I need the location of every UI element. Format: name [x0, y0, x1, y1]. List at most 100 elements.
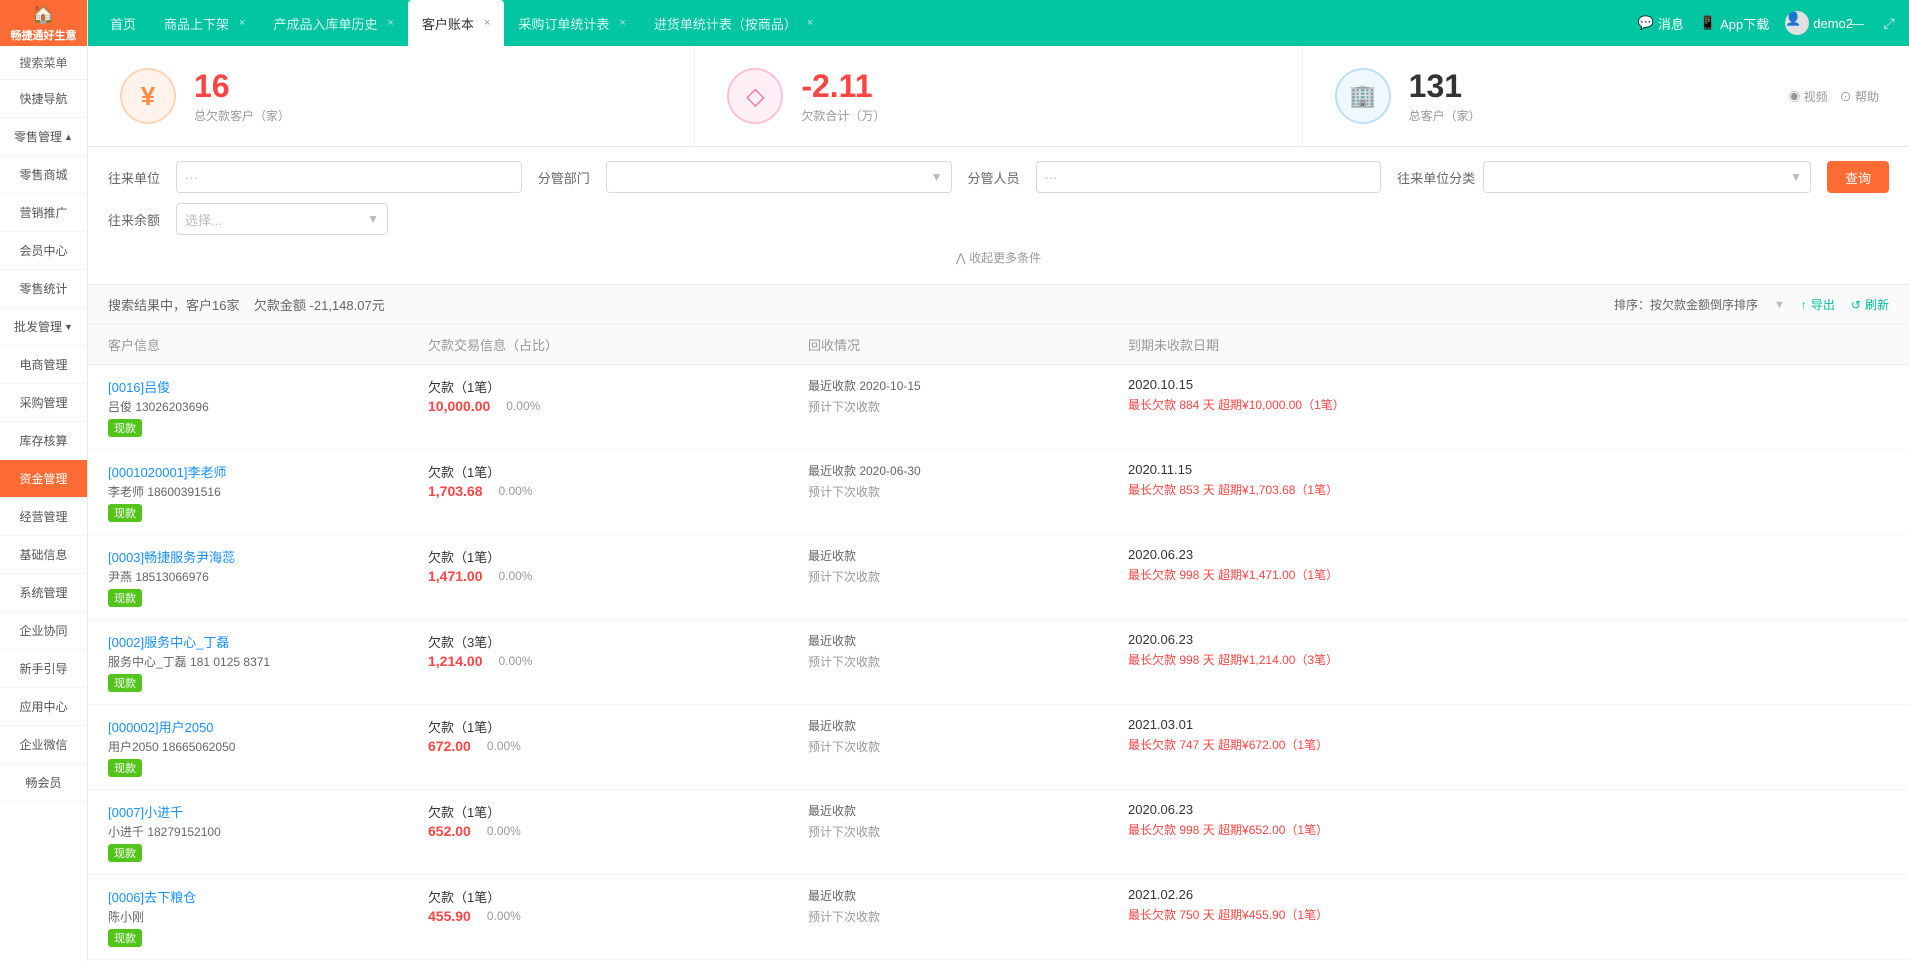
sidebar-item-inventory[interactable]: 库存核算 [0, 422, 87, 460]
user-profile-button[interactable]: 👤 demo2 [1785, 11, 1853, 35]
filter-input-from-unit[interactable]: ··· [176, 161, 522, 193]
debt-amount-3[interactable]: 1,471.00 [428, 568, 483, 584]
next-payment-7: 预计下次收款 [808, 908, 1128, 925]
topbar-tab-2[interactable]: 产成品入库单历史 × [259, 0, 407, 46]
sidebar-item-guide[interactable]: 新手引导 [0, 650, 87, 688]
debt-amount-6[interactable]: 652.00 [428, 823, 471, 839]
customer-name-6[interactable]: 小进千 [144, 805, 183, 820]
overdue-link-3[interactable]: 超期¥1,471.00（1笔） [1218, 568, 1338, 582]
sidebar-item-operations[interactable]: 经营管理 [0, 498, 87, 536]
sidebar-item-system[interactable]: 系统管理 [0, 574, 87, 612]
sidebar-item-retail-mgmt[interactable]: 零售管理 ▲ [0, 118, 87, 156]
sidebar-item-app-center[interactable]: 应用中心 [0, 688, 87, 726]
payment-info-1: 最近收款 2020-10-15 预计下次收款 [808, 377, 1128, 415]
overdue-link-4[interactable]: 超期¥1,214.00（3笔） [1218, 653, 1338, 667]
table-header: 客户信息 欠款交易信息（占比） 回收情况 到期未收款日期 [88, 325, 1909, 365]
filter-select-balance[interactable]: 选择... ▼ [176, 203, 388, 235]
col-header-payment: 回收情况 [808, 335, 1128, 354]
sidebar-item-member-vip[interactable]: 畅会员 [0, 764, 87, 802]
sidebar-item-enterprise[interactable]: 企业协同 [0, 612, 87, 650]
debt-amount-1[interactable]: 10,000.00 [428, 398, 490, 414]
customer-code-6[interactable]: [0007] [108, 805, 144, 820]
refresh-button[interactable]: ↺ 刷新 [1851, 296, 1889, 313]
customer-code-5[interactable]: [000002] [108, 720, 159, 735]
sidebar-item-basic-info[interactable]: 基础信息 [0, 536, 87, 574]
stat-label-debt-customers: 总欠款客户（家） [194, 107, 664, 124]
customer-code-1[interactable]: [0016] [108, 380, 144, 395]
sidebar-search[interactable]: 搜索菜单 [0, 46, 87, 80]
sidebar-item-retail-store[interactable]: 零售商城 [0, 156, 87, 194]
customer-tag-1: 现款 [108, 419, 142, 437]
overdue-link-2[interactable]: 超期¥1,703.68（1笔） [1218, 483, 1338, 497]
overdue-link-7[interactable]: 超期¥455.90（1笔） [1218, 908, 1328, 922]
customer-name-2[interactable]: 李老师 [188, 465, 227, 480]
topbar-tab-1[interactable]: 商品上下架 × [150, 0, 259, 46]
overdue-link-6[interactable]: 超期¥652.00（1笔） [1218, 823, 1328, 837]
chevron-down-icon2: ▼ [1790, 170, 1802, 184]
help-button[interactable]: ⊙ 帮助 [1840, 88, 1879, 105]
filter-input-person[interactable]: ··· [1036, 161, 1382, 193]
debt-info-4: 欠款（3笔） 1,214.00 0.00% [428, 632, 808, 669]
topbar-home-tab[interactable]: 首页 [96, 0, 150, 46]
customer-name-1[interactable]: 吕俊 [144, 380, 170, 395]
next-payment-4: 预计下次收款 [808, 653, 1128, 670]
debt-amount-5[interactable]: 672.00 [428, 738, 471, 754]
close-icon-tab5[interactable]: × [807, 17, 813, 29]
overdue-link-5[interactable]: 超期¥672.00（1笔） [1218, 738, 1328, 752]
customer-name-5[interactable]: 用户2050 [159, 720, 214, 735]
filter-label-dept: 分管部门 [538, 168, 598, 187]
due-date-2: 2020.11.15 [1128, 462, 1889, 477]
customer-code-7[interactable]: [0006] [108, 890, 144, 905]
topbar-tab-4[interactable]: 采购订单统计表 × [504, 0, 639, 46]
close-icon-tab3[interactable]: × [484, 17, 490, 29]
debt-amount-4[interactable]: 1,214.00 [428, 653, 483, 669]
overdue-info-2: 最长欠款 853 天 超期¥1,703.68（1笔） [1128, 481, 1889, 498]
due-date-7: 2021.02.26 [1128, 887, 1889, 902]
query-button[interactable]: 查询 [1827, 161, 1889, 193]
customer-phone-4: 服务中心_丁磊 181 0125 8371 [108, 653, 428, 670]
sidebar-item-finance[interactable]: 资金管理 [0, 460, 87, 498]
topbar-tab-3[interactable]: 客户账本 × [408, 0, 504, 46]
overdue-info-6: 最长欠款 998 天 超期¥652.00（1笔） [1128, 821, 1889, 838]
debt-amount-2[interactable]: 1,703.68 [428, 483, 483, 499]
building-icon: 🏢 [1335, 68, 1391, 124]
sidebar-item-ecommerce[interactable]: 电商管理 [0, 346, 87, 384]
sidebar-item-batch-mgmt[interactable]: 批发管理 ▼ [0, 308, 87, 346]
customer-code-2[interactable]: [0001020001] [108, 465, 188, 480]
data-table: 客户信息 欠款交易信息（占比） 回收情况 到期未收款日期 [0016]吕俊 吕俊… [88, 325, 1909, 961]
message-button[interactable]: 💬 消息 [1638, 14, 1684, 33]
app-download-button[interactable]: 📱 App下载 [1700, 14, 1769, 33]
customer-info-3: [0003]畅捷服务尹海蕊 尹燕 18513066976 现款 [108, 547, 428, 607]
arrow-down-icon2: ▼ [64, 322, 73, 332]
close-icon-tab2[interactable]: × [387, 17, 393, 29]
collapse-more-conditions[interactable]: ⋀ 收起更多条件 [108, 245, 1889, 270]
close-icon-tab4[interactable]: × [619, 17, 625, 29]
filter-select-unit-category[interactable]: ▼ [1483, 161, 1811, 193]
message-icon: 💬 [1638, 15, 1654, 31]
col-header-debt: 欠款交易信息（占比） [428, 335, 808, 354]
customer-name-3[interactable]: 畅捷服务尹海蕊 [144, 550, 235, 565]
sidebar-item-enterprise-wx[interactable]: 企业微信 [0, 726, 87, 764]
topbar-tab-5[interactable]: 进货单统计表（按商品） × [640, 0, 827, 46]
customer-code-4[interactable]: [0002] [108, 635, 144, 650]
customer-name-4[interactable]: 服务中心_丁磊 [144, 635, 229, 650]
sidebar-item-purchase[interactable]: 采购管理 [0, 384, 87, 422]
maximize-button[interactable]: ⤢ [1877, 11, 1901, 35]
debt-amount-7[interactable]: 455.90 [428, 908, 471, 924]
export-button[interactable]: ↑ 导出 [1801, 296, 1835, 313]
debt-ratio-7: 0.00% [487, 909, 521, 923]
sidebar-item-members[interactable]: 会员中心 [0, 232, 87, 270]
overdue-link-1[interactable]: 超期¥10,000.00（1笔） [1218, 398, 1345, 412]
sidebar-item-retail-stats[interactable]: 零售统计 [0, 270, 87, 308]
filter-select-dept[interactable]: ▼ [606, 161, 952, 193]
debt-info-1: 欠款（1笔） 10,000.00 0.00% [428, 377, 808, 414]
close-icon-tab1[interactable]: × [239, 17, 245, 29]
customer-name-7[interactable]: 去下粮仓 [144, 890, 196, 905]
next-payment-3: 预计下次收款 [808, 568, 1128, 585]
refresh-icon: ↺ [1851, 298, 1861, 312]
customer-code-3[interactable]: [0003] [108, 550, 144, 565]
video-button[interactable]: ◉ 视频 [1788, 88, 1827, 105]
minimize-button[interactable]: — [1845, 11, 1869, 35]
sidebar-item-marketing[interactable]: 营销推广 [0, 194, 87, 232]
sidebar-item-quick-nav[interactable]: 快捷导航 [0, 80, 87, 118]
